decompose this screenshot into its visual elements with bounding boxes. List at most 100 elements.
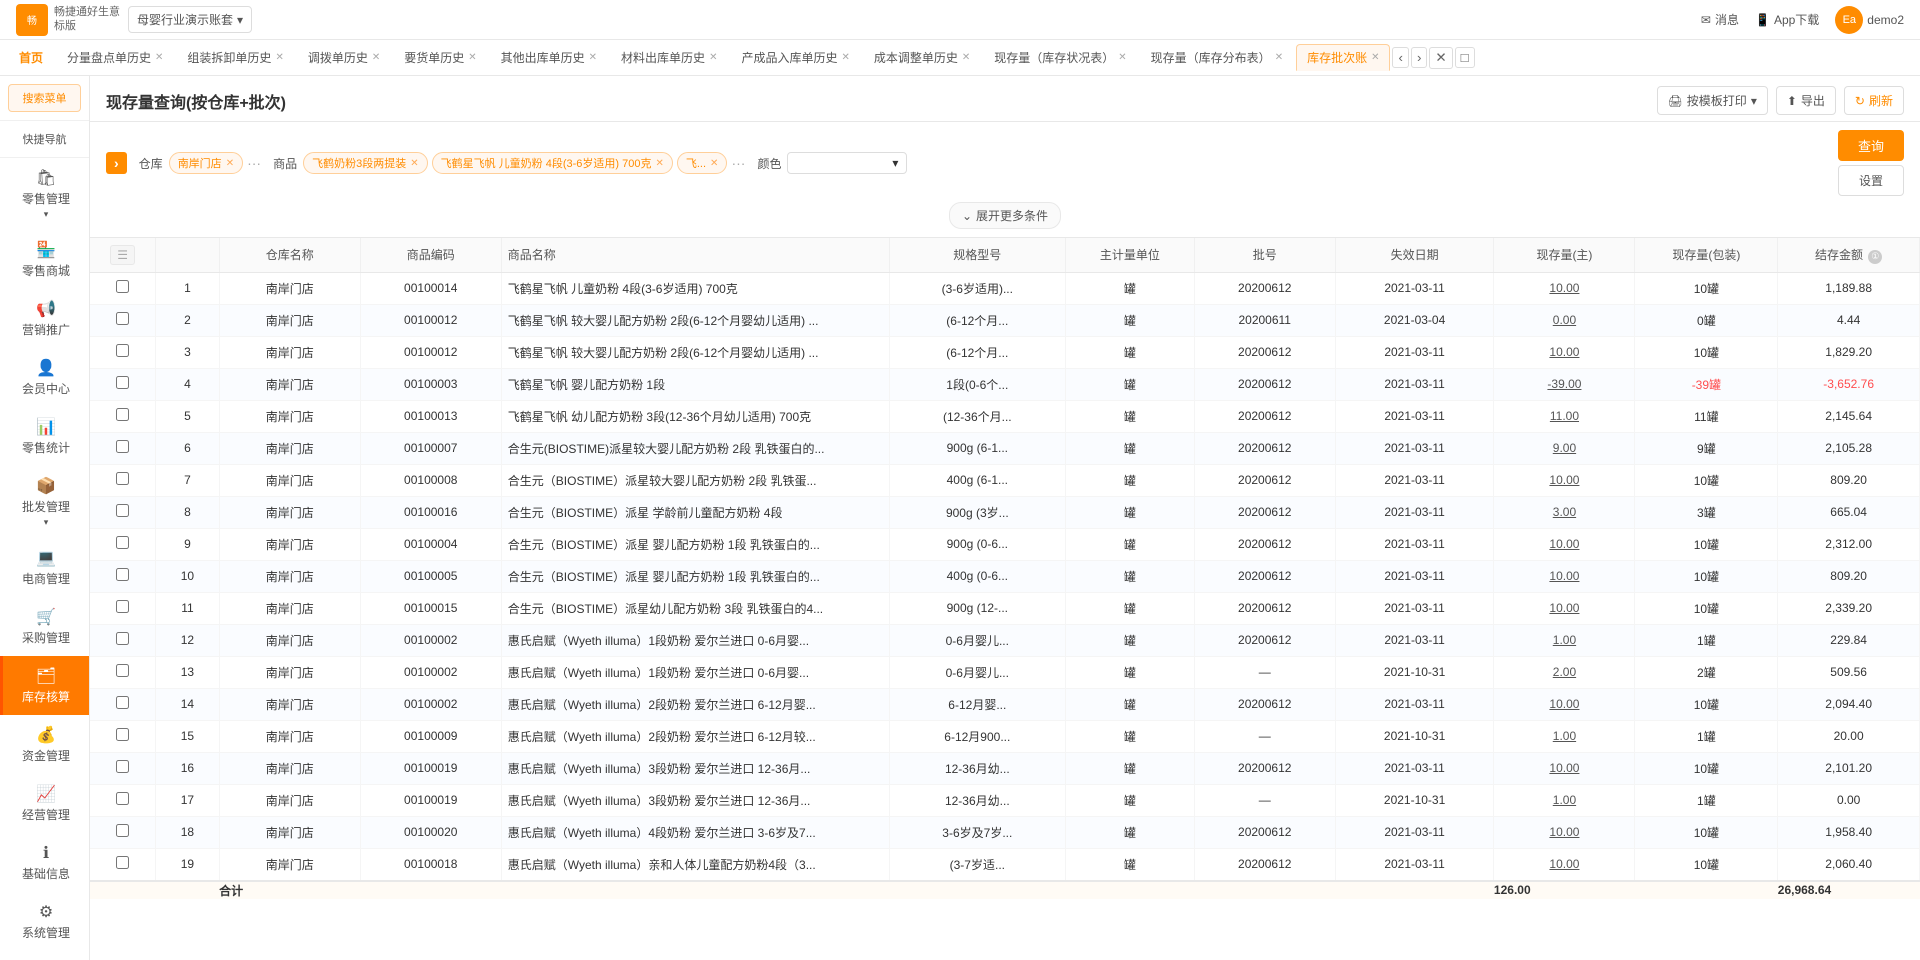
row-stock-main[interactable]: 3.00 [1494, 496, 1635, 528]
sidebar-item-wholesale[interactable]: 📦 批发管理 ▾ [0, 466, 89, 538]
table-wrapper[interactable]: ☰ 仓库名称 商品编码 商品名称 规格型号 主计量单位 批号 失效日期 现存量(… [90, 238, 1920, 960]
template-print-btn[interactable]: 🖨 按模板打印 ▾ [1657, 86, 1768, 115]
tag-close-icon[interactable]: ✕ [226, 158, 234, 169]
row-checkbox[interactable] [90, 336, 156, 368]
row-checkbox[interactable] [90, 848, 156, 881]
row-checkbox[interactable] [90, 432, 156, 464]
close-icon[interactable]: ✕ [841, 52, 849, 63]
tab-chengben[interactable]: 成本调整单历史 ✕ [863, 44, 981, 71]
row-stock-main[interactable]: 10.00 [1494, 272, 1635, 304]
tab-xiancun-kuangtai[interactable]: 现存量（库存状况表） ✕ [983, 44, 1137, 71]
tab-qita[interactable]: 其他出库单历史 ✕ [490, 44, 608, 71]
tab-cailiao[interactable]: 材料出库单历史 ✕ [610, 44, 728, 71]
warehouse-tag[interactable]: 南岸门店 ✕ [169, 152, 243, 174]
tab-xiancun-fenbiao[interactable]: 现存量（库存分布表） ✕ [1140, 44, 1294, 71]
info-icon[interactable]: ① [1868, 250, 1882, 264]
row-checkbox[interactable] [90, 592, 156, 624]
sidebar-item-retail-mgmt[interactable]: 🛍 零售管理 ▾ [0, 158, 89, 230]
row-stock-main[interactable]: 10.00 [1494, 592, 1635, 624]
row-stock-main[interactable]: 10.00 [1494, 752, 1635, 784]
row-checkbox[interactable] [90, 400, 156, 432]
tab-home[interactable]: 首页 [8, 44, 54, 71]
row-checkbox[interactable] [90, 496, 156, 528]
expand-conditions-btn[interactable]: ⌄ 展开更多条件 [949, 202, 1061, 229]
close-icon[interactable]: ✕ [962, 52, 970, 63]
query-btn[interactable]: 查询 [1838, 130, 1904, 161]
row-stock-main[interactable]: 1.00 [1494, 720, 1635, 752]
warehouse-more-btn[interactable]: ··· [247, 155, 261, 171]
account-selector[interactable]: 母婴行业演示账套 ▾ [128, 6, 252, 33]
row-checkbox[interactable] [90, 816, 156, 848]
row-stock-main[interactable]: 11.00 [1494, 400, 1635, 432]
row-stock-main[interactable]: 10.00 [1494, 528, 1635, 560]
sidebar-item-operations[interactable]: 📈 经营管理 [0, 774, 89, 833]
row-stock-main[interactable]: 10.00 [1494, 560, 1635, 592]
row-stock-main[interactable]: -39.00 [1494, 368, 1635, 400]
user-avatar-area[interactable]: Ea demo2 [1835, 6, 1904, 34]
tab-nav-next[interactable]: › [1411, 47, 1427, 68]
row-checkbox[interactable] [90, 688, 156, 720]
product-more-btn[interactable]: ··· [731, 155, 745, 171]
tab-kucun-pici[interactable]: 库存批次账 ✕ [1296, 44, 1390, 71]
row-checkbox[interactable] [90, 368, 156, 400]
row-stock-main[interactable]: 1.00 [1494, 784, 1635, 816]
tag-close-icon[interactable]: ✕ [410, 158, 418, 169]
row-checkbox[interactable] [90, 752, 156, 784]
sidebar-item-system[interactable]: ⚙ 系统管理 [0, 892, 89, 951]
row-checkbox[interactable] [90, 784, 156, 816]
row-checkbox[interactable] [90, 560, 156, 592]
row-stock-main[interactable]: 10.00 [1494, 336, 1635, 368]
close-icon[interactable]: ✕ [155, 52, 163, 63]
row-checkbox[interactable] [90, 272, 156, 304]
sidebar-item-finance[interactable]: 💰 资金管理 [0, 715, 89, 774]
sidebar-item-purchase[interactable]: 🛒 采购管理 [0, 597, 89, 656]
row-stock-main[interactable]: 1.00 [1494, 624, 1635, 656]
expand-btn[interactable]: › [106, 152, 127, 174]
sidebar-item-marketing[interactable]: 📢 营销推广 [0, 289, 89, 348]
tab-zuzhang[interactable]: 组装拆卸单历史 ✕ [176, 44, 294, 71]
refresh-btn[interactable]: ↻ 刷新 [1844, 86, 1904, 115]
product-tag-1[interactable]: 飞鹤奶粉3段两提装 ✕ [303, 152, 428, 174]
quick-nav-btn[interactable]: 快捷导航 [0, 125, 89, 153]
tag-close-icon[interactable]: ✕ [655, 158, 663, 169]
close-icon[interactable]: ✕ [468, 52, 476, 63]
close-icon[interactable]: ✕ [1275, 52, 1283, 63]
tab-chancheng[interactable]: 产成品入库单历史 ✕ [730, 44, 860, 71]
product-tag-2[interactable]: 飞鹤星飞帆 儿童奶粉 4段(3-6岁适用) 700克 ✕ [432, 152, 673, 174]
export-btn[interactable]: ⬆ 导出 [1776, 86, 1836, 115]
tab-yaohuo[interactable]: 要货单历史 ✕ [393, 44, 487, 71]
close-icon[interactable]: ✕ [372, 52, 380, 63]
row-checkbox[interactable] [90, 304, 156, 336]
sidebar-item-retail-stats[interactable]: 📊 零售统计 [0, 407, 89, 466]
app-download-btn[interactable]: 📱 App下载 [1755, 11, 1819, 28]
row-checkbox[interactable] [90, 528, 156, 560]
sidebar-item-inventory[interactable]: 🗂 库存核算 [0, 656, 89, 715]
tag-close-icon[interactable]: ✕ [710, 158, 718, 169]
tab-maximize-btn[interactable]: □ [1455, 47, 1475, 68]
row-stock-main[interactable]: 10.00 [1494, 816, 1635, 848]
close-icon[interactable]: ✕ [1371, 52, 1379, 63]
message-btn[interactable]: ✉ 消息 [1701, 11, 1739, 28]
row-stock-main[interactable]: 2.00 [1494, 656, 1635, 688]
row-stock-main[interactable]: 10.00 [1494, 464, 1635, 496]
tab-fenliangpandian[interactable]: 分量盘点单历史 ✕ [56, 44, 174, 71]
sidebar-item-retail-shop[interactable]: 🏪 零售商城 [0, 230, 89, 289]
search-menu-btn[interactable]: 搜索菜单 [8, 84, 81, 112]
row-stock-main[interactable]: 0.00 [1494, 304, 1635, 336]
row-stock-main[interactable]: 10.00 [1494, 848, 1635, 881]
sidebar-item-member[interactable]: 👤 会员中心 [0, 348, 89, 407]
checkbox-all[interactable]: ☰ [110, 245, 135, 265]
color-dropdown[interactable]: ▾ [787, 152, 907, 174]
sidebar-item-basic-info[interactable]: ℹ 基础信息 [0, 833, 89, 892]
close-icon[interactable]: ✕ [589, 52, 597, 63]
close-icon[interactable]: ✕ [275, 52, 283, 63]
row-checkbox[interactable] [90, 656, 156, 688]
row-checkbox[interactable] [90, 624, 156, 656]
sidebar-item-ecommerce[interactable]: 💻 电商管理 [0, 538, 89, 597]
sidebar-item-collab[interactable]: 🤝 企业协同 [0, 951, 89, 960]
product-tag-3[interactable]: 飞... ✕ [677, 152, 728, 174]
tab-close-btn[interactable]: ✕ [1429, 47, 1452, 69]
row-checkbox[interactable] [90, 464, 156, 496]
settings-btn[interactable]: 设置 [1838, 165, 1904, 196]
tab-nav-prev[interactable]: ‹ [1392, 47, 1408, 68]
